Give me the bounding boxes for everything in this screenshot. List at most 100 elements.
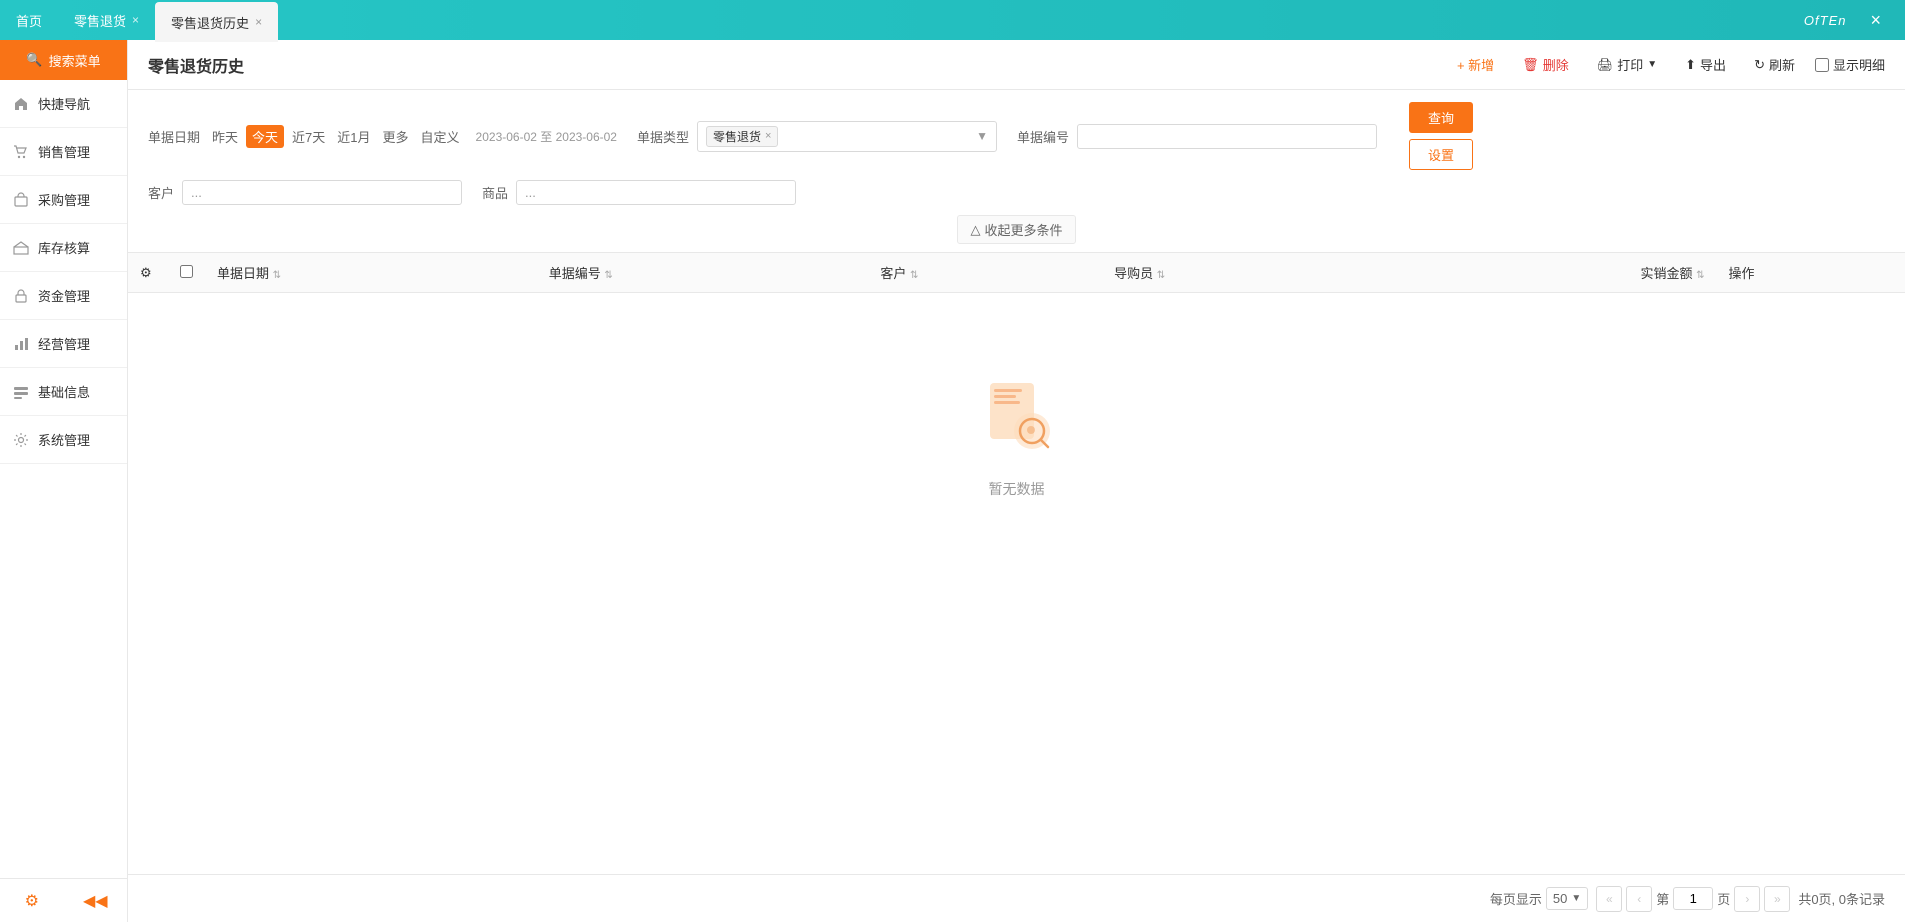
select-all-checkbox[interactable] — [180, 265, 193, 278]
warehouse-icon — [12, 239, 30, 257]
print-button-label: 打印 — [1617, 55, 1643, 74]
pagination-bar: 每页显示 50 ▼ « ‹ 第 页 › » 共0页, 0条记录 — [128, 874, 1905, 922]
date-opt-yesterday[interactable]: 昨天 — [208, 125, 242, 148]
sidebar-item-quick-nav-label: 快捷导航 — [38, 94, 90, 113]
tab-retail-return-history-label: 零售退货历史 — [171, 13, 249, 32]
th-guide[interactable]: 导购员 ⇅ — [1102, 253, 1385, 293]
export-icon: ⬆ — [1685, 57, 1696, 73]
th-actions: 操作 — [1716, 253, 1905, 293]
page-next-button[interactable]: › — [1734, 886, 1760, 912]
sidebar-settings-button[interactable]: ⚙ — [16, 885, 48, 917]
page-size-box[interactable]: 50 ▼ — [1546, 887, 1588, 910]
date-filter: 单据日期 昨天 今天 近7天 近1月 更多 自定义 2023-06-02 至 2… — [148, 125, 617, 148]
doc-type-label: 单据类型 — [637, 127, 689, 146]
sidebar-item-finance[interactable]: 资金管理 — [0, 272, 127, 320]
doc-no-label: 单据编号 — [1017, 127, 1069, 146]
page-last-button[interactable]: » — [1764, 886, 1790, 912]
page-number-input[interactable] — [1673, 887, 1713, 910]
window-close-button[interactable]: × — [1862, 10, 1889, 31]
customer-placeholder: ... — [191, 185, 202, 200]
tab-retail-return-history[interactable]: 零售退货历史 × — [155, 2, 278, 42]
page-first-button[interactable]: « — [1596, 886, 1622, 912]
show-detail-checkbox[interactable]: 显示明细 — [1815, 55, 1885, 74]
cart-icon — [12, 143, 30, 161]
sidebar-item-basic-info-label: 基础信息 — [38, 382, 90, 401]
show-detail-input[interactable] — [1815, 58, 1829, 72]
tab-home[interactable]: 首页 — [0, 0, 58, 40]
chart-icon — [12, 335, 30, 353]
th-doc-no-label: 单据编号 — [549, 266, 601, 281]
top-bar-right: OfTEn × — [1804, 10, 1905, 31]
sidebar-item-sales[interactable]: 销售管理 — [0, 128, 127, 176]
collapse-row: △ 收起更多条件 — [148, 215, 1885, 244]
goods-select[interactable]: ... — [516, 180, 796, 205]
sidebar-item-operations[interactable]: 经营管理 — [0, 320, 127, 368]
tab-retail-return-history-close[interactable]: × — [255, 15, 262, 29]
th-checkbox[interactable] — [168, 253, 205, 293]
collapse-button[interactable]: △ 收起更多条件 — [957, 215, 1075, 244]
print-button[interactable]: 🖨 打印 ▼ — [1589, 51, 1665, 78]
box-icon — [12, 191, 30, 209]
sidebar-item-operations-label: 经营管理 — [38, 334, 90, 353]
sidebar-item-purchase[interactable]: 采购管理 — [0, 176, 127, 224]
sidebar-search[interactable]: 🔍 搜索菜单 — [0, 40, 127, 80]
page-unit: 页 — [1717, 889, 1730, 908]
page-header: 零售退货历史 + 新增 🗑 删除 🖨 打印 ▼ ⬆ 导出 — [128, 40, 1905, 90]
sidebar-audio-button[interactable]: ◀◀ — [79, 885, 111, 917]
date-opt-7days[interactable]: 近7天 — [288, 125, 329, 148]
tab-retail-return[interactable]: 零售退货 × — [58, 0, 155, 40]
date-opt-1month[interactable]: 近1月 — [333, 125, 374, 148]
customer-select[interactable]: ... — [182, 180, 462, 205]
th-amount[interactable]: 实销金额 ⇅ — [1385, 253, 1717, 293]
date-opt-more[interactable]: 更多 — [379, 125, 413, 148]
date-opt-custom[interactable]: 自定义 — [417, 125, 464, 148]
tab-retail-return-close[interactable]: × — [132, 13, 139, 27]
new-button[interactable]: + 新增 — [1449, 51, 1502, 78]
doc-no-input[interactable] — [1077, 124, 1377, 149]
refresh-button[interactable]: ↻ 刷新 — [1746, 51, 1803, 78]
delete-icon: 🗑 — [1522, 57, 1539, 73]
new-button-label: + 新增 — [1457, 55, 1494, 74]
customer-select-inner: ... — [191, 185, 453, 200]
doc-type-dropdown-icon: ▼ — [976, 129, 988, 143]
date-options: 昨天 今天 近7天 近1月 更多 自定义 — [208, 125, 464, 148]
sidebar-item-inventory[interactable]: 库存核算 — [0, 224, 127, 272]
info-icon — [12, 383, 30, 401]
page-prev-button[interactable]: ‹ — [1626, 886, 1652, 912]
sidebar-item-quick-nav[interactable]: 快捷导航 — [0, 80, 127, 128]
show-detail-label: 显示明细 — [1833, 55, 1885, 74]
th-customer-label: 客户 — [880, 266, 906, 281]
th-doc-no[interactable]: 单据编号 ⇅ — [537, 253, 869, 293]
th-doc-date-sort-icon: ⇅ — [273, 270, 281, 281]
th-doc-date[interactable]: 单据日期 ⇅ — [205, 253, 537, 293]
sidebar-item-system[interactable]: 系统管理 — [0, 416, 127, 464]
filter-area: 单据日期 昨天 今天 近7天 近1月 更多 自定义 2023-06-02 至 2… — [128, 90, 1905, 253]
export-button-label: 导出 — [1700, 55, 1726, 74]
content-area: 零售退货历史 + 新增 🗑 删除 🖨 打印 ▼ ⬆ 导出 — [128, 40, 1905, 922]
th-customer[interactable]: 客户 ⇅ — [868, 253, 1102, 293]
date-filter-label: 单据日期 — [148, 127, 200, 146]
brand-label: OfTEn — [1804, 13, 1863, 28]
sidebar-item-basic-info[interactable]: 基础信息 — [0, 368, 127, 416]
sidebar-item-finance-label: 资金管理 — [38, 286, 90, 305]
query-button[interactable]: 查询 — [1409, 102, 1473, 133]
page-label: 第 — [1656, 889, 1669, 908]
delete-button[interactable]: 🗑 删除 — [1514, 51, 1577, 78]
filter-row-2: 客户 ... 商品 ... — [148, 180, 1885, 205]
export-button[interactable]: ⬆ 导出 — [1677, 51, 1734, 78]
date-opt-today[interactable]: 今天 — [246, 125, 284, 148]
th-guide-label: 导购员 — [1114, 266, 1153, 281]
th-doc-no-sort-icon: ⇅ — [604, 270, 612, 281]
doc-type-select[interactable]: 零售退货 × ▼ — [697, 121, 997, 152]
tab-list: 首页 零售退货 × 零售退货历史 × — [0, 0, 1804, 40]
settings-icon: ⚙ — [140, 265, 152, 280]
customer-label: 客户 — [148, 183, 174, 202]
doc-type-tag-close[interactable]: × — [765, 130, 771, 142]
goods-placeholder: ... — [525, 185, 536, 200]
empty-text: 暂无数据 — [989, 479, 1045, 499]
th-settings[interactable]: ⚙ — [128, 253, 168, 293]
th-guide-sort-icon: ⇅ — [1157, 270, 1165, 281]
filter-setting-button[interactable]: 设置 — [1409, 139, 1473, 170]
page-nav: « ‹ 第 页 › » — [1596, 886, 1790, 912]
doc-type-select-inner: 零售退货 × — [706, 126, 976, 147]
